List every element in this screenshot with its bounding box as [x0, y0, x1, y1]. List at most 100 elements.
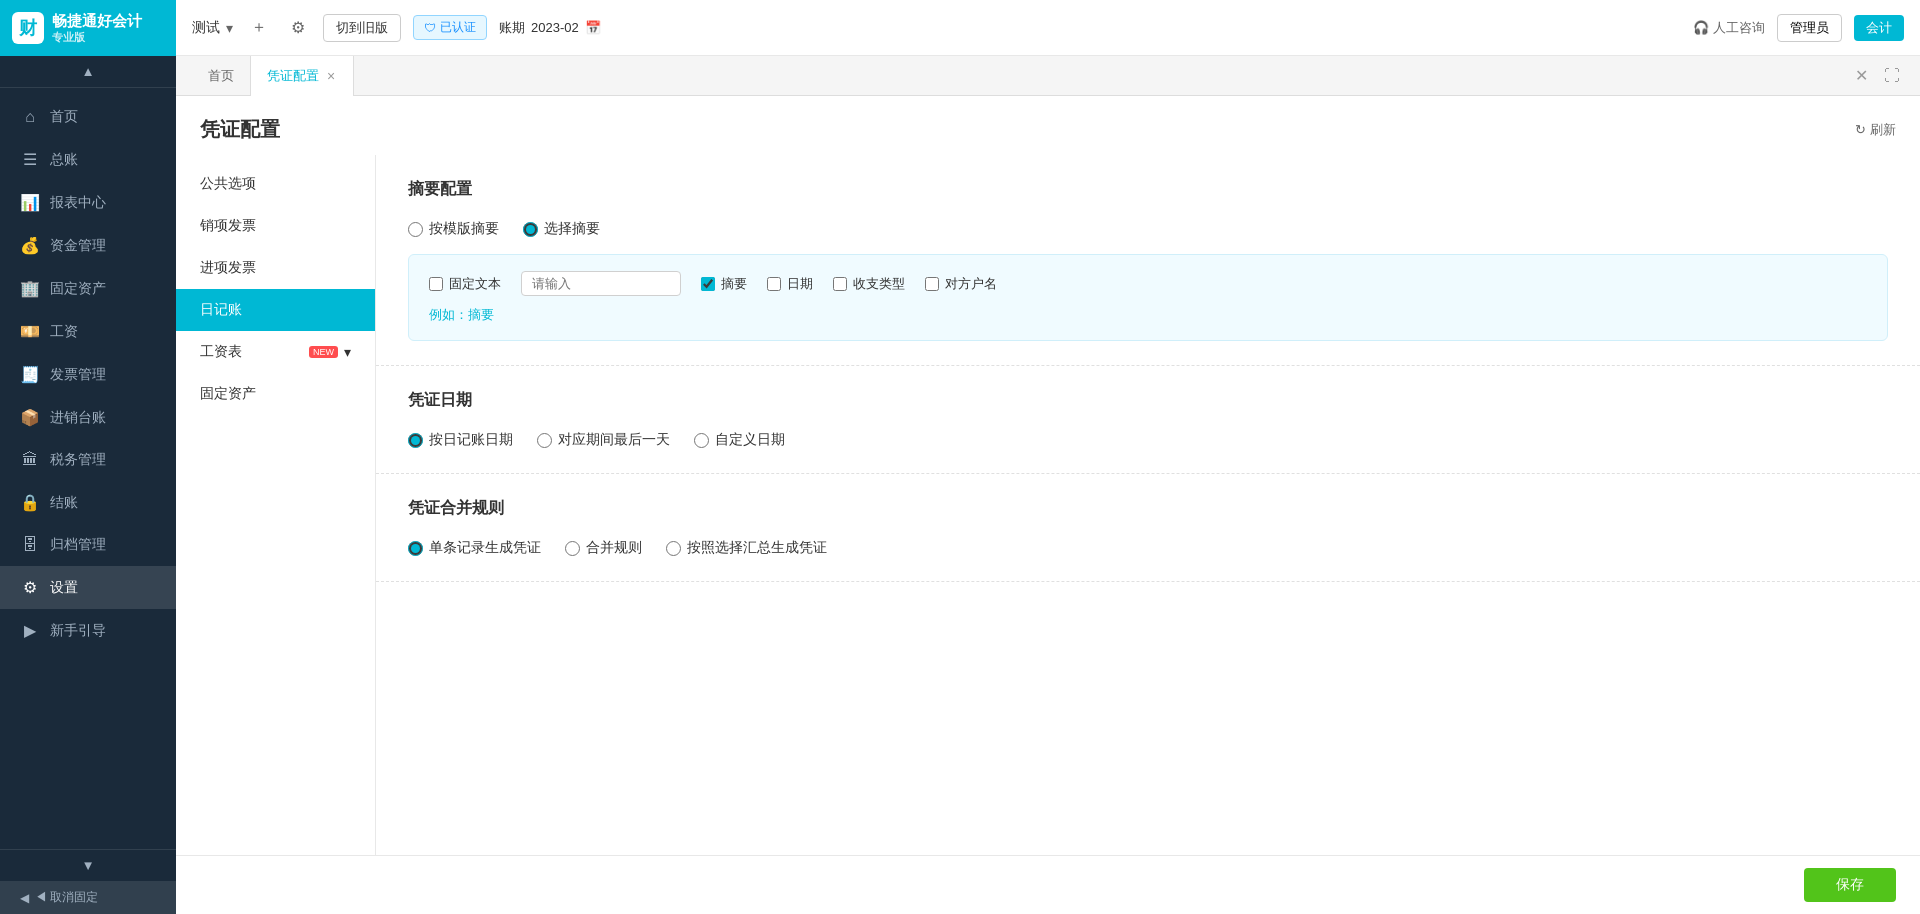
tab-controls: ✕ ⛶	[1851, 62, 1904, 89]
consult-button[interactable]: 🎧 人工咨询	[1693, 19, 1765, 37]
checkbox-summary[interactable]: 摘要	[701, 275, 747, 293]
config-menu-payroll-label: 工资表	[200, 343, 242, 361]
switch-old-button[interactable]: 切到旧版	[323, 14, 401, 42]
radio-single-record-input[interactable]	[408, 541, 423, 556]
cancel-fixed-button[interactable]: ◀ ◀ 取消固定	[0, 881, 176, 914]
refresh-button[interactable]: ↻ 刷新	[1855, 121, 1896, 139]
config-menu-payroll-table[interactable]: 工资表 NEW ▾	[176, 331, 375, 373]
sidebar-item-salary[interactable]: 💴 工资	[0, 310, 176, 353]
sidebar-item-label: 工资	[50, 323, 78, 341]
config-menu-purchase-invoice[interactable]: 进项发票	[176, 247, 375, 289]
sidebar-item-invoice-mgmt[interactable]: 🧾 发票管理	[0, 353, 176, 396]
radio-custom-date-label: 自定义日期	[715, 431, 785, 449]
radio-custom-date[interactable]: 自定义日期	[694, 431, 785, 449]
radio-diary-date[interactable]: 按日记账日期	[408, 431, 513, 449]
ledger-icon: ☰	[20, 150, 40, 169]
radio-last-day[interactable]: 对应期间最后一天	[537, 431, 670, 449]
section-voucher-date: 凭证日期 按日记账日期 对应期间最后一天	[376, 366, 1920, 474]
checkbox-counterparty-input[interactable]	[925, 277, 939, 291]
checkbox-date-input[interactable]	[767, 277, 781, 291]
tab-home[interactable]: 首页	[192, 56, 251, 96]
checkbox-fixed-text[interactable]: 固定文本	[429, 275, 501, 293]
content-area: 凭证配置 ↻ 刷新 公共选项 销项发票 进项发票	[176, 96, 1920, 914]
radio-merge-label: 合并规则	[586, 539, 642, 557]
config-menu-sales-invoice[interactable]: 销项发票	[176, 205, 375, 247]
radio-template-label: 按模版摘要	[429, 220, 499, 238]
sidebar-item-label: 首页	[50, 108, 78, 126]
radio-merge[interactable]: 合并规则	[565, 539, 642, 557]
tab-close-button[interactable]: ×	[325, 68, 337, 84]
tab-home-label: 首页	[208, 67, 234, 85]
radio-last-day-input[interactable]	[537, 433, 552, 448]
fixed-text-input[interactable]	[521, 271, 681, 296]
chevron-down-icon[interactable]: ▾	[226, 20, 233, 36]
config-menu-public[interactable]: 公共选项	[176, 163, 375, 205]
bottom-bar: 保存	[176, 855, 1920, 914]
header-right: 🎧 人工咨询 管理员 会计	[1693, 14, 1904, 42]
radio-select-input[interactable]	[523, 222, 538, 237]
counterparty-label: 对方户名	[945, 275, 997, 293]
main-area: 测试 ▾ ＋ ⚙ 切到旧版 🛡 已认证 账期 2023-02 📅 🎧 人工咨询 …	[176, 0, 1920, 914]
sidebar-item-home[interactable]: ⌂ 首页	[0, 96, 176, 138]
radio-single-record[interactable]: 单条记录生成凭证	[408, 539, 541, 557]
sidebar-item-label: 归档管理	[50, 536, 106, 554]
sidebar-item-reports[interactable]: 📊 报表中心	[0, 181, 176, 224]
radio-select-summary[interactable]: 选择摘要	[523, 220, 600, 238]
checkbox-date[interactable]: 日期	[767, 275, 813, 293]
user-button[interactable]: 管理员	[1777, 14, 1842, 42]
radio-merge-input[interactable]	[565, 541, 580, 556]
radio-summary-generate[interactable]: 按照选择汇总生成凭证	[666, 539, 827, 557]
merge-rules-radio-group: 单条记录生成凭证 合并规则 按照选择汇总生成凭证	[408, 539, 1888, 557]
cancel-fixed-icon: ◀	[20, 891, 29, 905]
role-button[interactable]: 会计	[1854, 15, 1904, 41]
certified-badge: 🛡 已认证	[413, 15, 487, 40]
expand-icon: ▾	[344, 344, 351, 360]
sidebar-item-tax[interactable]: 🏛 税务管理	[0, 439, 176, 481]
period-label: 账期	[499, 19, 525, 37]
sidebar-item-label: 报表中心	[50, 194, 106, 212]
role-label: 会计	[1866, 20, 1892, 35]
settings-gear-icon[interactable]: ⚙	[285, 14, 311, 41]
tax-icon: 🏛	[20, 451, 40, 469]
sidebar-item-label: 新手引导	[50, 622, 106, 640]
sidebar-item-funds[interactable]: 💰 资金管理	[0, 224, 176, 267]
fullscreen-button[interactable]: ⛶	[1880, 62, 1904, 89]
checkbox-payment-type[interactable]: 收支类型	[833, 275, 905, 293]
sidebar-item-assets[interactable]: 🏢 固定资产	[0, 267, 176, 310]
guide-icon: ▶	[20, 621, 40, 640]
checkbox-counterparty[interactable]: 对方户名	[925, 275, 997, 293]
checkbox-fixed-text-input[interactable]	[429, 277, 443, 291]
sidebar-nav: ⌂ 首页 ☰ 总账 📊 报表中心 💰 资金管理 🏢 固定资产 💴 工资 🧾 发票…	[0, 88, 176, 849]
example-text: 例如：摘要	[429, 306, 1867, 324]
sidebar-scroll-up[interactable]: ▲	[77, 60, 98, 83]
purchase-sale-icon: 📦	[20, 408, 40, 427]
sidebar-item-close[interactable]: 🔒 结账	[0, 481, 176, 524]
sidebar-item-ledger[interactable]: ☰ 总账	[0, 138, 176, 181]
config-menu-diary[interactable]: 日记账	[176, 289, 375, 331]
sidebar-item-purchase-sale[interactable]: 📦 进销台账	[0, 396, 176, 439]
radio-diary-date-input[interactable]	[408, 433, 423, 448]
checkbox-summary-input[interactable]	[701, 277, 715, 291]
cancel-fixed-label: ◀ 取消固定	[35, 889, 98, 906]
sidebar-scroll-down[interactable]: ▼	[77, 854, 98, 877]
app-logo: 财 畅捷通好会计 专业版	[0, 0, 176, 56]
date-label: 日期	[787, 275, 813, 293]
radio-template-input[interactable]	[408, 222, 423, 237]
radio-template-summary[interactable]: 按模版摘要	[408, 220, 499, 238]
add-button[interactable]: ＋	[245, 13, 273, 42]
close-tab-ctrl-button[interactable]: ✕	[1851, 62, 1872, 89]
radio-summary-generate-input[interactable]	[666, 541, 681, 556]
sidebar-item-label: 结账	[50, 494, 78, 512]
user-label: 管理员	[1790, 20, 1829, 35]
calendar-icon[interactable]: 📅	[585, 20, 601, 35]
sidebar-item-guide[interactable]: ▶ 新手引导	[0, 609, 176, 652]
radio-custom-date-input[interactable]	[694, 433, 709, 448]
switch-old-label: 切到旧版	[336, 20, 388, 35]
save-button[interactable]: 保存	[1804, 868, 1896, 902]
config-menu-fixed-assets[interactable]: 固定资产	[176, 373, 375, 415]
tab-voucher-config[interactable]: 凭证配置 ×	[251, 56, 354, 96]
checkbox-payment-type-input[interactable]	[833, 277, 847, 291]
sidebar-item-archive[interactable]: 🗄 归档管理	[0, 524, 176, 566]
sidebar-item-settings[interactable]: ⚙ 设置	[0, 566, 176, 609]
new-badge: NEW	[309, 346, 338, 358]
